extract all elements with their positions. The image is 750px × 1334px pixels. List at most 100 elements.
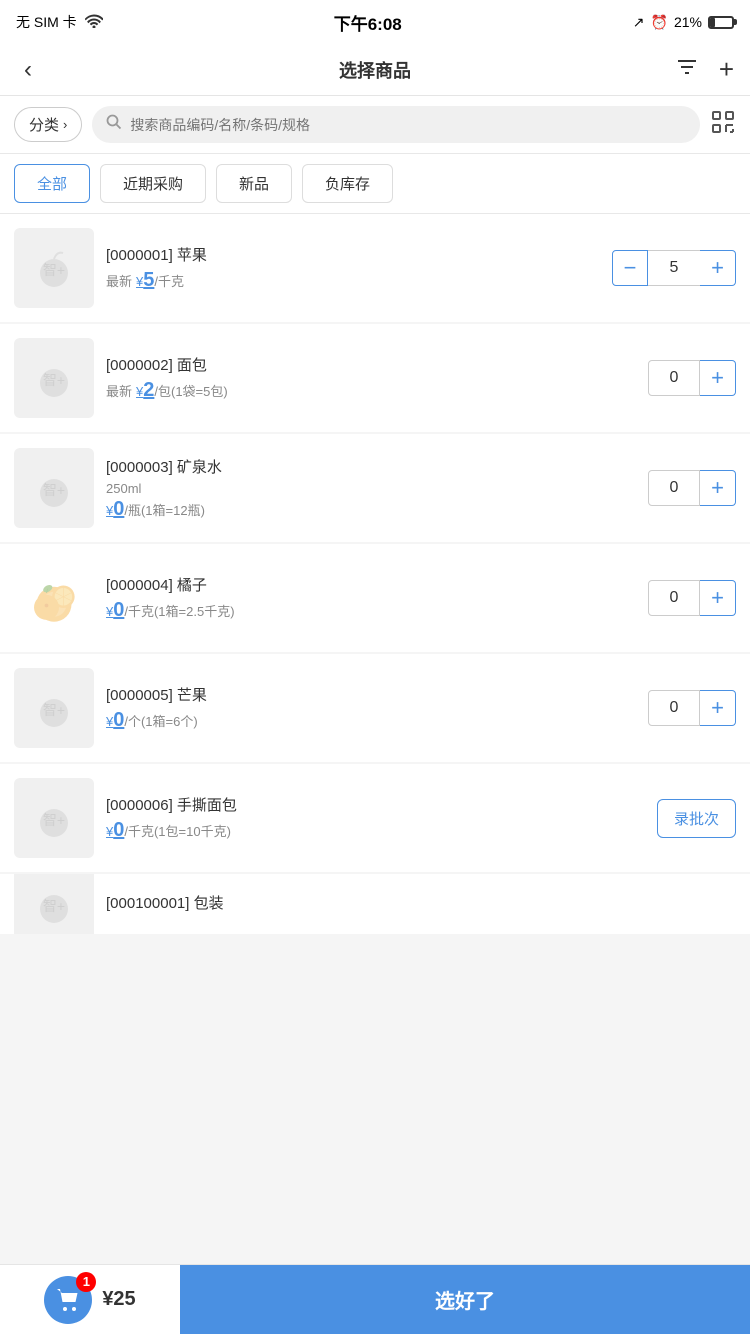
tab-negative-stock[interactable]: 负库存 [302,164,393,203]
qty-input-0000003[interactable] [648,470,700,506]
price-label-0000002: 最新 [106,381,132,400]
battery-text: 21% [674,14,702,30]
product-item-0000001: 智+ [0000001] 苹果 最新 ¥ 5 /千克 − + [0,214,750,322]
qty-control-0000001: − + [612,250,736,286]
product-info-0000005: [0000005] 芒果 ¥ 0 /个(1箱=6个) [106,684,636,732]
category-button[interactable]: 分类 › [14,107,82,142]
price-unit-0000001: /千克 [154,271,184,290]
qty-input-0000002[interactable] [648,360,700,396]
cart-area: 1 ¥25 [0,1276,180,1324]
qty-control-0000005: + [648,690,736,726]
qty-increase-0000004[interactable]: + [700,580,736,616]
price-unit-0000002: /包(1袋=5包) [154,381,227,400]
qty-input-0000005[interactable] [648,690,700,726]
tabs-row: 全部 近期采购 新品 负库存 [0,154,750,214]
bottom-bar: 1 ¥25 选好了 [0,1264,750,1334]
price-value-0000001: 5 [143,269,154,292]
cart-badge: 1 [76,1272,96,1292]
svg-text:智+: 智+ [43,372,65,388]
product-price-0000006: ¥ 0 /千克(1包=10千克) [106,819,645,842]
back-button[interactable]: ‹ [16,52,40,88]
price-label-0000001: 最新 [106,271,132,290]
svg-text:智+: 智+ [43,482,65,498]
qty-increase-0000005[interactable]: + [700,690,736,726]
product-image-0000002: 智+ [14,338,94,418]
qty-increase-0000001[interactable]: + [700,250,736,286]
product-price-0000004: ¥ 0 /千克(1箱=2.5千克) [106,599,636,622]
svg-text:智+: 智+ [43,702,65,718]
record-batch-button-0000006[interactable]: 录批次 [657,799,736,838]
price-symbol-0000005: ¥ [106,714,113,729]
search-box [92,106,700,143]
product-list: 智+ [0000001] 苹果 最新 ¥ 5 /千克 − + 智+ [0,214,750,934]
product-price-0000005: ¥ 0 /个(1箱=6个) [106,709,636,732]
alarm-icon: ⏰ [651,14,668,31]
battery-icon [708,16,734,29]
product-name-0000005: [0000005] 芒果 [106,684,636,705]
product-info-0000002: [0000002] 面包 最新 ¥ 2 /包(1袋=5包) [106,354,636,402]
nav-title: 选择商品 [339,57,411,83]
product-item-0000006: 智+ [0000006] 手撕面包 ¥ 0 /千克(1包=10千克) 录批次 [0,764,750,872]
price-unit-0000005: /个(1箱=6个) [124,711,197,730]
tab-all[interactable]: 全部 [14,164,90,203]
filter-icon[interactable] [675,55,699,85]
product-name-0000004: [0000004] 橘子 [106,574,636,595]
product-name-0000006: [0000006] 手撕面包 [106,794,645,815]
qty-input-0000001[interactable] [648,250,700,286]
price-unit-0000003: /瓶(1箱=12瓶) [124,500,205,519]
product-image-0000001: 智+ [14,228,94,308]
product-image-0000006: 智+ [14,778,94,858]
qty-input-0000004[interactable] [648,580,700,616]
price-value-0000005: 0 [113,709,124,732]
search-icon [106,114,122,135]
product-image-0000003: 智+ [14,448,94,528]
nav-bar: ‹ 选择商品 + [0,44,750,96]
tab-recent-purchase[interactable]: 近期采购 [100,164,206,203]
product-item-0000003: 智+ [0000003] 矿泉水 250ml ¥ 0 /瓶(1箱=12瓶) + [0,434,750,542]
product-price-0000002: 最新 ¥ 2 /包(1袋=5包) [106,379,636,402]
product-image-000100001: 智+ [14,874,94,934]
cart-icon-wrap: 1 [44,1276,92,1324]
price-symbol-0000001: ¥ [136,274,143,289]
product-info-0000004: [0000004] 橘子 ¥ 0 /千克(1箱=2.5千克) [106,574,636,622]
product-name-000100001: [000100001] 包装 [106,892,736,913]
qty-control-0000003: + [648,470,736,506]
product-info-0000006: [0000006] 手撕面包 ¥ 0 /千克(1包=10千克) [106,794,645,842]
status-right: ↗ ⏰ 21% [633,14,734,31]
add-icon[interactable]: + [719,54,734,85]
carrier-text: 无 SIM 卡 [16,12,77,32]
product-price-0000001: 最新 ¥ 5 /千克 [106,269,600,292]
status-bar: 无 SIM 卡 下午6:08 ↗ ⏰ 21% [0,0,750,44]
price-value-0000004: 0 [113,599,124,622]
qty-increase-0000003[interactable]: + [700,470,736,506]
tab-new-product[interactable]: 新品 [216,164,292,203]
nav-right-actions: + [675,54,734,85]
confirm-button[interactable]: 选好了 [180,1265,750,1334]
price-symbol-0000004: ¥ [106,604,113,619]
product-info-000100001: [000100001] 包装 [106,892,736,917]
price-value-0000002: 2 [143,379,154,402]
price-symbol-0000006: ¥ [106,824,113,839]
product-spec-0000003: 250ml [106,481,636,496]
status-left: 无 SIM 卡 [16,12,103,32]
wifi-icon [85,14,103,31]
product-item-0000005: 智+ [0000005] 芒果 ¥ 0 /个(1箱=6个) + [0,654,750,762]
product-image-0000004 [14,558,94,638]
product-name-0000002: [0000002] 面包 [106,354,636,375]
product-name-0000001: [0000001] 苹果 [106,244,600,265]
product-item-000100001: 智+ [000100001] 包装 [0,874,750,934]
price-symbol-0000002: ¥ [136,384,143,399]
qty-control-0000004: + [648,580,736,616]
svg-text:智+: 智+ [43,262,65,278]
search-input[interactable] [130,117,686,133]
qty-decrease-0000001[interactable]: − [612,250,648,286]
cart-total: ¥25 [102,1288,135,1311]
product-item-0000002: 智+ [0000002] 面包 最新 ¥ 2 /包(1袋=5包) + [0,324,750,432]
scan-icon[interactable] [710,109,736,141]
qty-increase-0000002[interactable]: + [700,360,736,396]
price-unit-0000006: /千克(1包=10千克) [124,821,231,840]
price-value-0000006: 0 [113,819,124,842]
status-time: 下午6:08 [334,10,402,35]
chevron-right-icon: › [63,117,67,132]
product-info-0000001: [0000001] 苹果 最新 ¥ 5 /千克 [106,244,600,292]
